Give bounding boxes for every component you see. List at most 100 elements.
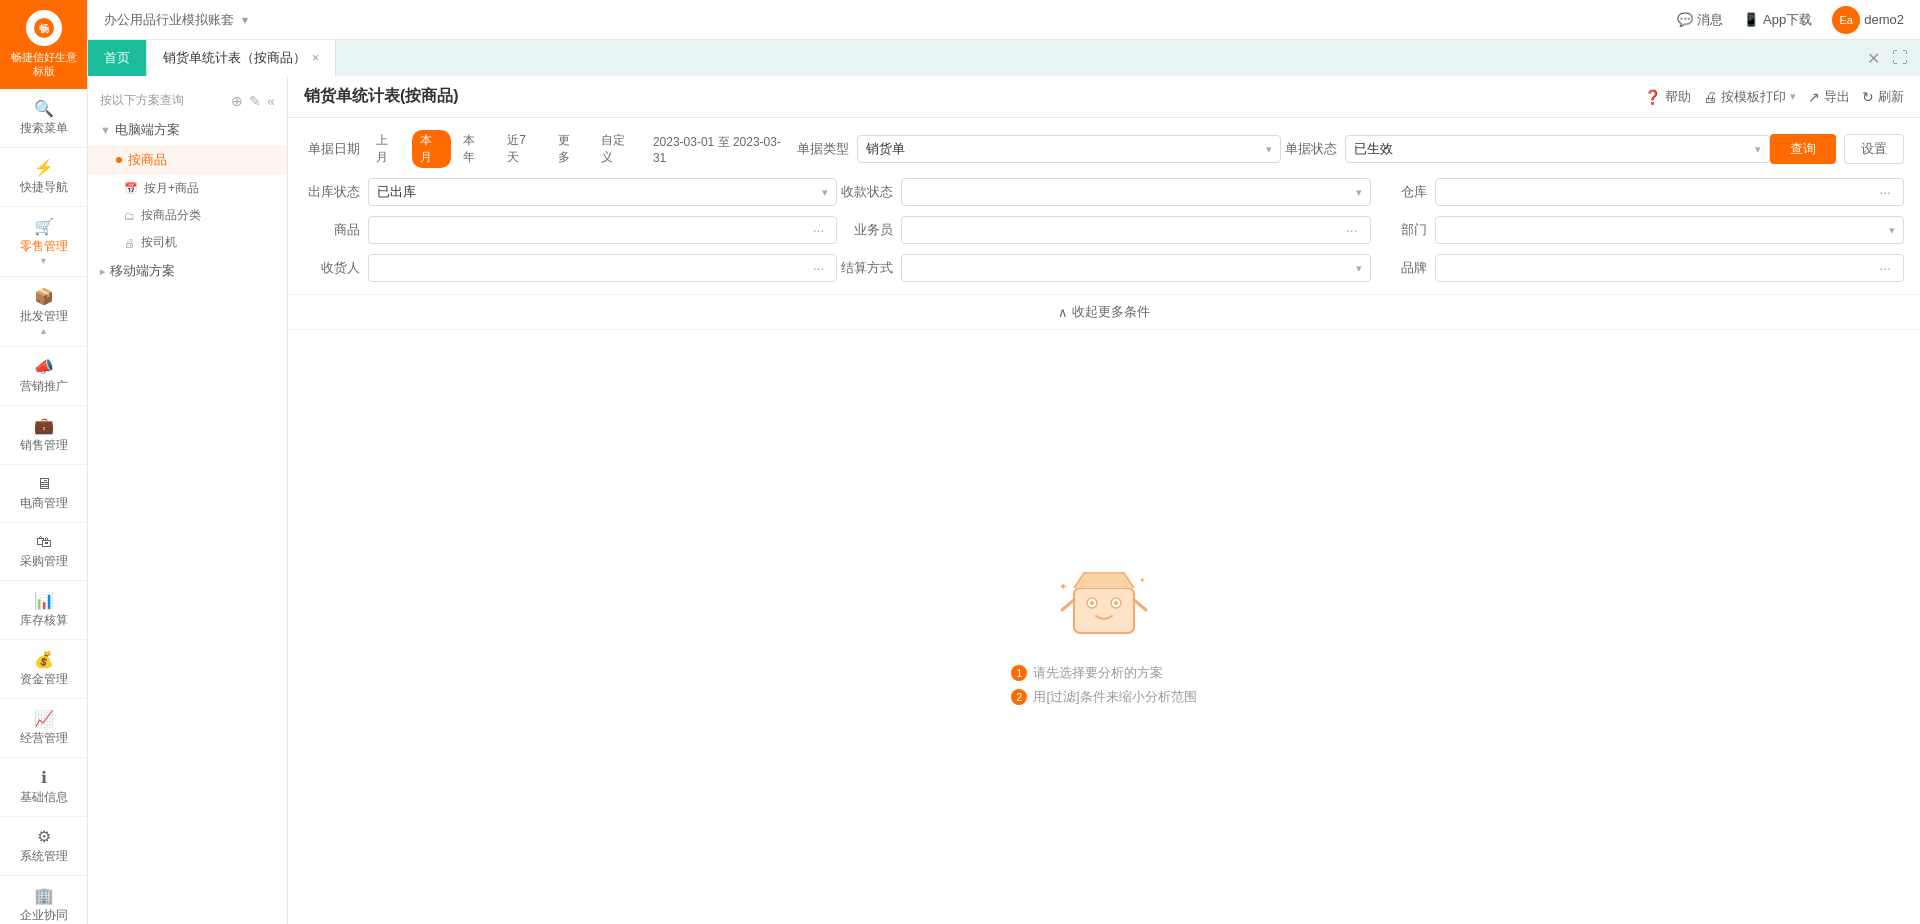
sidebar-item-retail[interactable]: 🛒 零售管理 ▾ bbox=[0, 207, 87, 277]
sidebar-item-search[interactable]: 🔍 搜索菜单 bbox=[0, 89, 87, 148]
scheme-add-btn[interactable]: ⊕ bbox=[231, 93, 243, 109]
scheme-sub-item-label: 按月+商品 bbox=[144, 180, 199, 197]
out-status-select[interactable]: 已出库 ▾ bbox=[368, 178, 837, 206]
bill-status-select[interactable]: 已生效 ▾ bbox=[1345, 135, 1770, 163]
dropdown-arrow[interactable]: ▾ bbox=[242, 13, 248, 27]
brand-dots[interactable]: ··· bbox=[1875, 260, 1895, 276]
export-icon: ↗ bbox=[1808, 89, 1820, 105]
topbar-right: 💬 消息 📱 App下载 Ea demo2 bbox=[1677, 6, 1904, 34]
enterprise-icon: 🏢 bbox=[5, 886, 82, 905]
page-header-actions: ❓ 帮助 🖨 按模板打印 ▾ ↗ 导出 ↻ 刷新 bbox=[1644, 88, 1904, 116]
filter-item-receiver: 收货人 ··· bbox=[304, 254, 837, 282]
bill-type-select[interactable]: 销货单 ▾ bbox=[857, 135, 1282, 163]
out-status-control: 已出库 ▾ bbox=[368, 178, 837, 206]
collapse-button[interactable]: ∧ 收起更多条件 bbox=[1058, 303, 1150, 321]
warehouse-dots[interactable]: ··· bbox=[1875, 184, 1895, 200]
department-select[interactable]: ▾ bbox=[1435, 216, 1904, 244]
payment-status-select[interactable]: ▾ bbox=[901, 178, 1370, 206]
bill-status-value: 已生效 bbox=[1354, 140, 1393, 158]
tab-sales-stats-label: 销货单统计表（按商品） bbox=[163, 49, 306, 67]
sidebar-item-label: 企业协同 bbox=[5, 907, 82, 924]
scheme-sub-item-label: 按司机 bbox=[141, 234, 177, 251]
date-tab-7days[interactable]: 近7天 bbox=[499, 130, 545, 168]
sidebar-item-label: 资金管理 bbox=[5, 671, 82, 688]
payment-status-arrow: ▾ bbox=[1356, 186, 1362, 199]
tab-home[interactable]: 首页 bbox=[88, 40, 147, 76]
driver-icon: 🖨 bbox=[124, 237, 135, 249]
date-tab-last-month[interactable]: 上月 bbox=[368, 130, 408, 168]
print-action[interactable]: 🖨 按模板打印 ▾ bbox=[1703, 88, 1796, 106]
scheme-edit-btn[interactable]: ✎ bbox=[249, 93, 261, 109]
goods-select[interactable]: ··· bbox=[368, 216, 837, 244]
query-button[interactable]: 查询 bbox=[1770, 134, 1836, 164]
sidebar-item-system[interactable]: ⚙ 系统管理 bbox=[0, 817, 87, 876]
salesperson-select[interactable]: ··· bbox=[901, 216, 1370, 244]
sidebar-item-label: 系统管理 bbox=[5, 848, 82, 865]
brand-select[interactable]: ··· bbox=[1435, 254, 1904, 282]
goods-dots[interactable]: ··· bbox=[809, 222, 829, 238]
sidebar-item-nav[interactable]: ⚡ 快捷导航 bbox=[0, 148, 87, 207]
message-item[interactable]: 💬 消息 bbox=[1677, 11, 1723, 29]
settings-button[interactable]: 设置 bbox=[1844, 134, 1904, 164]
scheme-item-by-goods[interactable]: 按商品 bbox=[88, 145, 287, 175]
scheme-sub-item-month-goods[interactable]: 📅 按月+商品 bbox=[88, 175, 287, 202]
date-tab-this-year[interactable]: 本年 bbox=[455, 130, 495, 168]
filter-item-payment-status: 收款状态 ▾ bbox=[837, 178, 1370, 206]
date-tab-more[interactable]: 更多 bbox=[550, 130, 590, 168]
date-tab-this-month[interactable]: 本月 bbox=[412, 130, 452, 168]
sidebar-item-wholesale[interactable]: 📦 批发管理 ▴ bbox=[0, 277, 87, 347]
sidebar-item-finance[interactable]: 💰 资金管理 bbox=[0, 640, 87, 699]
help-action[interactable]: ❓ 帮助 bbox=[1644, 88, 1691, 106]
window-close-icon[interactable]: ✕ bbox=[1863, 49, 1884, 68]
retail-icon: 🛒 bbox=[5, 217, 82, 236]
out-status-value: 已出库 bbox=[377, 183, 416, 201]
date-control: 上月 本月 本年 近7天 更多 自定义 2023-03-01 至 2023-03… bbox=[368, 130, 793, 168]
tab-home-label: 首页 bbox=[104, 49, 130, 67]
sidebar-item-operation[interactable]: 📈 经营管理 bbox=[0, 699, 87, 758]
sidebar-item-label: 快捷导航 bbox=[5, 179, 82, 196]
sidebar-item-label: 经营管理 bbox=[5, 730, 82, 747]
scheme-group-mobile-header[interactable]: ▸ 移动端方案 bbox=[88, 256, 287, 286]
tab-close-icon[interactable]: × bbox=[312, 51, 319, 65]
scheme-group-mobile: ▸ 移动端方案 bbox=[88, 256, 287, 286]
salesperson-label: 业务员 bbox=[837, 221, 893, 239]
app-logo[interactable]: 畅 畅捷信好生意 标版 bbox=[0, 0, 87, 89]
export-action[interactable]: ↗ 导出 bbox=[1808, 88, 1850, 106]
filter-item-out-status: 出库状态 已出库 ▾ bbox=[304, 178, 837, 206]
wholesale-icon: 📦 bbox=[5, 287, 82, 306]
settlement-select[interactable]: ▾ bbox=[901, 254, 1370, 282]
user-item[interactable]: Ea demo2 bbox=[1832, 6, 1904, 34]
print-dropdown-icon: ▾ bbox=[1790, 90, 1796, 103]
tabs-bar: 首页 销货单统计表（按商品） × ✕ ⛶ bbox=[88, 40, 1920, 76]
sidebar-item-basic[interactable]: ℹ 基础信息 bbox=[0, 758, 87, 817]
tip-num-1: 1 bbox=[1011, 665, 1027, 681]
scheme-sub-item-category[interactable]: 🗂 按商品分类 bbox=[88, 202, 287, 229]
date-tab-custom[interactable]: 自定义 bbox=[593, 130, 645, 168]
sidebar-item-ecommerce[interactable]: 🖥 电商管理 bbox=[0, 465, 87, 523]
sidebar-item-purchase[interactable]: 🛍 采购管理 bbox=[0, 523, 87, 581]
sidebar-item-enterprise[interactable]: 🏢 企业协同 bbox=[0, 876, 87, 924]
receiver-select[interactable]: ··· bbox=[368, 254, 837, 282]
svg-line-8 bbox=[1134, 600, 1146, 610]
sales-icon: 💼 bbox=[5, 416, 82, 435]
tab-sales-stats[interactable]: 销货单统计表（按商品） × bbox=[147, 40, 336, 76]
sidebar-item-sales[interactable]: 💼 销售管理 bbox=[0, 406, 87, 465]
sidebar-item-marketing[interactable]: 📣 营销推广 bbox=[0, 347, 87, 406]
basic-icon: ℹ bbox=[5, 768, 82, 787]
payment-status-control: ▾ bbox=[901, 178, 1370, 206]
scheme-group-pc-header[interactable]: ▼ 电脑端方案 bbox=[88, 115, 287, 145]
help-label: 帮助 bbox=[1665, 88, 1691, 106]
sidebar-item-inventory[interactable]: 📊 库存核算 bbox=[0, 581, 87, 640]
window-maximize-icon[interactable]: ⛶ bbox=[1888, 49, 1912, 67]
app-download-item[interactable]: 📱 App下载 bbox=[1743, 11, 1812, 29]
scheme-sub-item-driver[interactable]: 🖨 按司机 bbox=[88, 229, 287, 256]
warehouse-select[interactable]: ··· bbox=[1435, 178, 1904, 206]
bill-status-label: 单据状态 bbox=[1281, 140, 1337, 158]
salesperson-dots[interactable]: ··· bbox=[1342, 222, 1362, 238]
scheme-collapse-btn[interactable]: « bbox=[267, 93, 275, 109]
filter-item-settlement: 结算方式 ▾ bbox=[837, 254, 1370, 282]
receiver-dots[interactable]: ··· bbox=[809, 260, 829, 276]
refresh-action[interactable]: ↻ 刷新 bbox=[1862, 88, 1904, 106]
sidebar-item-label: 销售管理 bbox=[5, 437, 82, 454]
mobile-group-label: 移动端方案 bbox=[110, 262, 175, 280]
